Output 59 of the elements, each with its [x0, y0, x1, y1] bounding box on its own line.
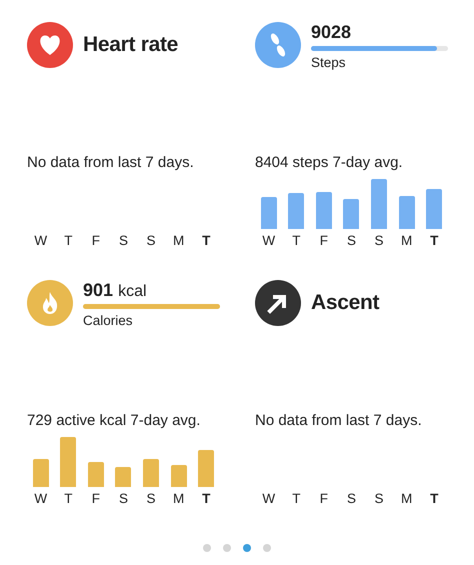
- page-dot[interactable]: [203, 544, 211, 552]
- day-label: W: [33, 491, 48, 506]
- day-label: W: [261, 491, 276, 506]
- day-bar: [115, 467, 132, 487]
- metric-label: Calories: [83, 313, 134, 328]
- weekly-summary: 8404 steps 7-day avg.: [255, 154, 404, 171]
- day-bar: [343, 199, 360, 229]
- day-bar: [198, 450, 214, 487]
- day-label: W: [261, 233, 276, 248]
- day-bar: [316, 192, 332, 229]
- day-label: M: [172, 491, 186, 506]
- day-bar: [371, 179, 388, 229]
- unit-label: kcal: [118, 283, 147, 300]
- day-label: T: [429, 233, 440, 248]
- metric-title: Ascent: [311, 291, 380, 315]
- weekly-summary: 729 active kcal 7-day avg.: [27, 412, 202, 429]
- day-label: S: [118, 233, 129, 248]
- day-bar: [143, 459, 160, 487]
- day-label: F: [90, 491, 102, 506]
- day-label: S: [118, 491, 129, 506]
- page-dot[interactable]: [263, 544, 271, 552]
- day-label: T: [63, 491, 74, 506]
- day-label: S: [346, 233, 357, 248]
- page-dot[interactable]: [223, 544, 231, 552]
- day-label: F: [318, 491, 330, 506]
- metric-value: 9028: [311, 22, 352, 43]
- page-dot[interactable]: [243, 544, 251, 552]
- day-label: M: [400, 491, 414, 506]
- day-label: T: [429, 491, 440, 506]
- day-label: S: [374, 491, 385, 506]
- day-bar: [32, 459, 49, 487]
- day-label: M: [400, 233, 414, 248]
- metric-value: 901: [83, 280, 114, 300]
- day-label: M: [172, 233, 186, 248]
- flame-icon: [27, 280, 73, 326]
- day-bar: [170, 465, 187, 487]
- metric-label: Steps: [311, 55, 347, 70]
- day-bar: [88, 462, 104, 487]
- day-label: S: [374, 233, 385, 248]
- day-bar: [260, 197, 277, 229]
- day-label: T: [63, 233, 74, 248]
- day-label: S: [146, 233, 157, 248]
- day-bar: [60, 437, 76, 487]
- day-label: T: [291, 491, 302, 506]
- day-label: T: [201, 491, 212, 506]
- footprints-icon: [255, 22, 301, 68]
- day-label: T: [201, 233, 212, 248]
- day-bar: [398, 196, 415, 229]
- day-label: T: [291, 233, 302, 248]
- weekly-summary: No data from last 7 days.: [255, 412, 423, 429]
- day-label: F: [90, 233, 102, 248]
- weekly-summary: No data from last 7 days.: [27, 154, 195, 171]
- day-label: S: [346, 491, 357, 506]
- day-label: S: [146, 491, 157, 506]
- day-bar: [426, 189, 442, 229]
- metric-title: Heart rate: [83, 33, 178, 57]
- day-bar: [288, 193, 304, 229]
- day-label: W: [33, 233, 48, 248]
- day-label: F: [318, 233, 330, 248]
